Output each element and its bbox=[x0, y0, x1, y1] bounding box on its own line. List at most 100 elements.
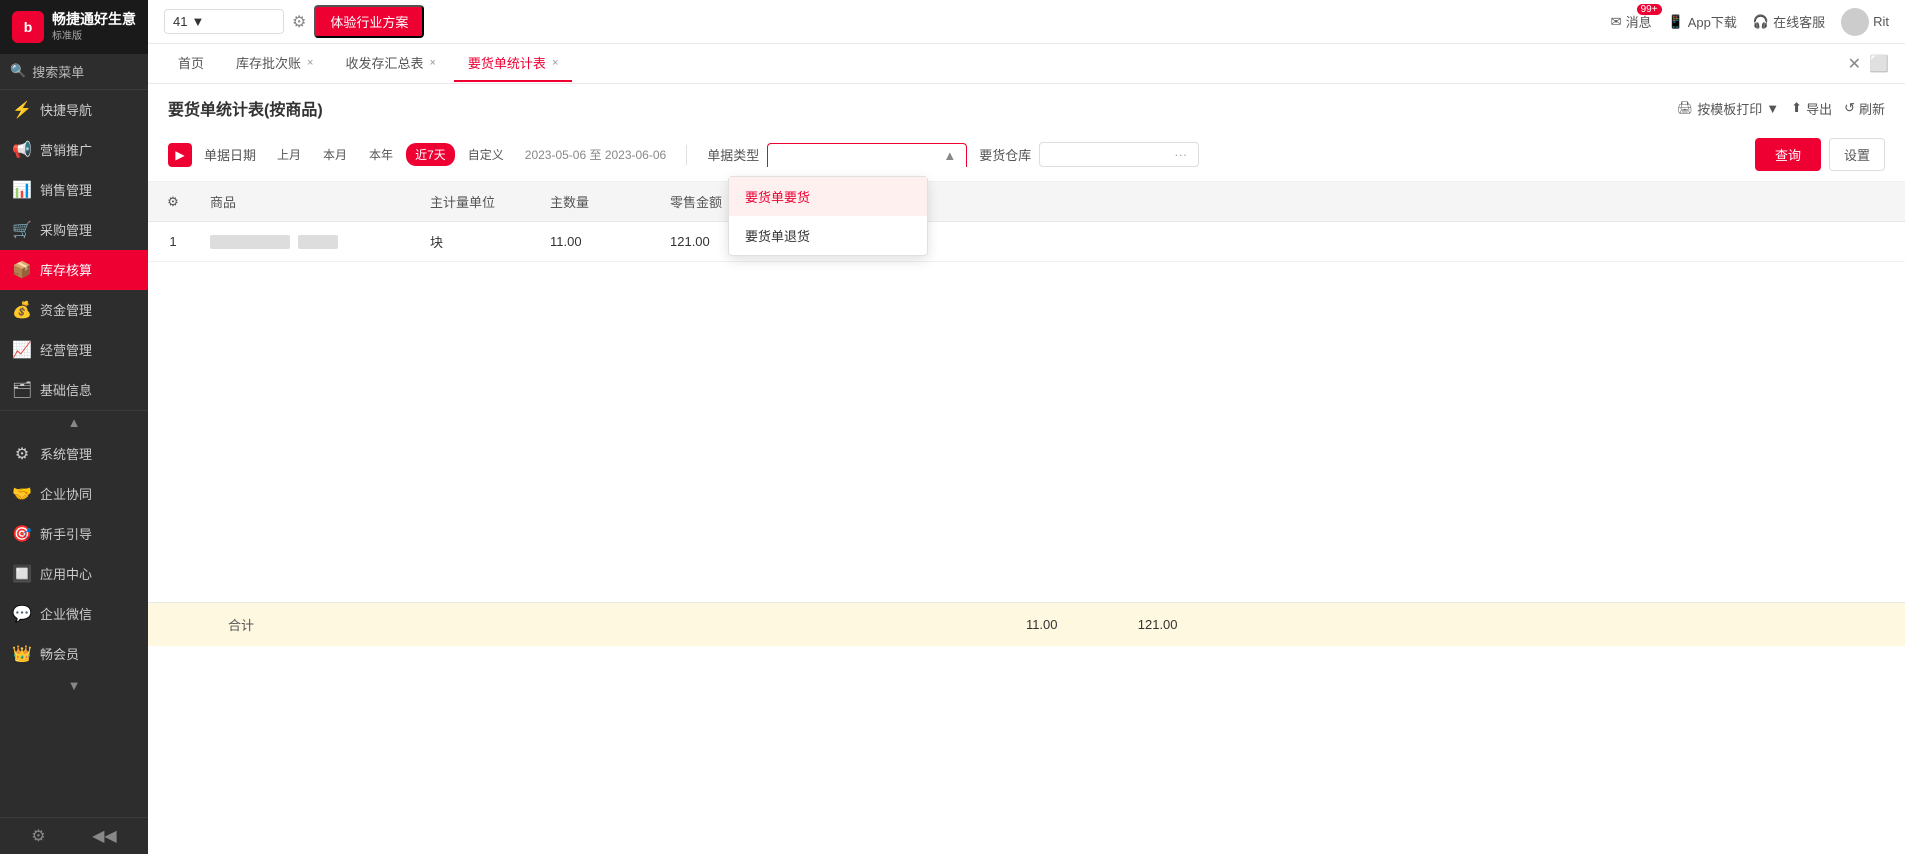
expand-tab-btn[interactable]: ⬜ bbox=[1869, 54, 1889, 74]
cell-no: 1 bbox=[148, 222, 198, 262]
sidebar-nav: ⚡ 快捷导航 📢 营销推广 📊 销售管理 🛒 采购管理 📦 库存核算 💰 资金管… bbox=[0, 90, 148, 817]
member-icon: 👑 bbox=[12, 644, 32, 664]
sidebar-collapse-btn[interactable]: ◀◀ bbox=[92, 826, 117, 846]
doc-type-filter-group: 单据类型 ▲ bbox=[707, 143, 967, 167]
sidebar-item-operation[interactable]: 📈 经营管理 bbox=[0, 330, 148, 370]
sidebar-item-guide[interactable]: 🎯 新手引导 bbox=[0, 514, 148, 554]
doc-type-select[interactable]: ▲ bbox=[767, 143, 967, 167]
sidebar-item-quick-nav[interactable]: ⚡ 快捷导航 bbox=[0, 90, 148, 130]
main-table: ⚙ 商品 主计量单位 主数量 零售金额 1 bbox=[148, 182, 1905, 262]
store-selector[interactable]: 41 ▼ bbox=[164, 9, 284, 34]
search-menu[interactable]: 🔍 搜索菜单 bbox=[0, 54, 148, 90]
sidebar-item-wechat[interactable]: 💬 企业微信 bbox=[0, 594, 148, 634]
sidebar-item-marketing[interactable]: 📢 营销推广 bbox=[0, 130, 148, 170]
tab-close-requisition-stats[interactable]: × bbox=[552, 57, 558, 69]
date-buttons: 上月 本月 本年 近7天 自定义 bbox=[268, 142, 513, 167]
sidebar-item-base-info[interactable]: 🗂 基础信息 bbox=[0, 370, 148, 410]
col-extra bbox=[778, 182, 1905, 222]
query-button[interactable]: 查询 bbox=[1755, 138, 1821, 171]
date-filter-label: 单据日期 bbox=[204, 145, 256, 164]
col-settings[interactable]: ⚙ bbox=[148, 182, 198, 222]
sidebar-item-inventory[interactable]: 📦 库存核算 bbox=[0, 250, 148, 290]
app-center-icon: 🔲 bbox=[12, 564, 32, 584]
dropdown-item-requisition-order[interactable]: 要货单要货 bbox=[729, 177, 927, 216]
topbar-right: ✉ 消息 99+ 📱 App下载 🎧 在线客服 Rit bbox=[1611, 8, 1889, 36]
filter-separator bbox=[686, 145, 687, 165]
tab-batch-stock[interactable]: 库存批次账 × bbox=[222, 45, 327, 82]
page-title: 要货单统计表(按商品) bbox=[168, 96, 323, 120]
tab-requisition-stats[interactable]: 要货单统计表 × bbox=[454, 45, 572, 82]
sidebar-item-finance[interactable]: 💰 资金管理 bbox=[0, 290, 148, 330]
base-info-icon: 🗂 bbox=[12, 380, 32, 400]
sidebar-logo: b 畅捷通好生意 标准版 bbox=[0, 0, 148, 54]
date-btn-last-month[interactable]: 上月 bbox=[268, 142, 310, 167]
date-btn-custom[interactable]: 自定义 bbox=[459, 142, 513, 167]
sidebar-item-app-center[interactable]: 🔲 应用中心 bbox=[0, 554, 148, 594]
filter-expand-btn[interactable]: ▶ bbox=[168, 143, 192, 167]
setting-button[interactable]: 设置 bbox=[1829, 138, 1885, 171]
table-header: ⚙ 商品 主计量单位 主数量 零售金额 bbox=[148, 182, 1905, 222]
cooperation-icon: 🤝 bbox=[12, 484, 32, 504]
quick-nav-icon: ⚡ bbox=[12, 100, 32, 120]
col-unit: 主计量单位 bbox=[418, 182, 538, 222]
tab-receive-summary[interactable]: 收发存汇总表 × bbox=[331, 45, 449, 82]
sidebar-item-cooperation[interactable]: 🤝 企业协同 bbox=[0, 474, 148, 514]
date-btn-this-month[interactable]: 本月 bbox=[314, 142, 356, 167]
table-footer: 合计 11.00 121.00 bbox=[148, 602, 1905, 646]
print-template-btn[interactable]: 🖨 按模板打印 ▼ bbox=[1677, 99, 1779, 118]
cell-unit: 块 bbox=[418, 222, 538, 262]
print-dropdown-icon: ▼ bbox=[1766, 101, 1779, 116]
tabs-bar-right: ✕ ⬜ bbox=[1848, 54, 1889, 74]
main-area: 41 ▼ ⚙ 体验行业方案 ✉ 消息 99+ 📱 App下载 🎧 在线客服 R bbox=[148, 0, 1905, 854]
col-product: 商品 bbox=[198, 182, 418, 222]
dropdown-item-requisition-return[interactable]: 要货单退货 bbox=[729, 216, 927, 255]
page-actions: 🖨 按模板打印 ▼ ⬆ 导出 ↺ 刷新 bbox=[1677, 99, 1885, 118]
warehouse-select[interactable]: ··· bbox=[1039, 142, 1199, 167]
user-avatar-area[interactable]: Rit bbox=[1841, 8, 1889, 36]
tab-close-receive-summary[interactable]: × bbox=[429, 57, 435, 69]
footer-amount: 121.00 bbox=[1070, 617, 1190, 632]
footer-qty: 11.00 bbox=[950, 617, 1070, 632]
doc-type-dropdown-arrow[interactable]: ▲ bbox=[943, 148, 956, 163]
search-icon: 🔍 bbox=[10, 63, 26, 79]
online-service-btn[interactable]: 🎧 在线客服 bbox=[1753, 12, 1825, 31]
sidebar: b 畅捷通好生意 标准版 🔍 搜索菜单 ⚡ 快捷导航 📢 营销推广 📊 销售管理… bbox=[0, 0, 148, 854]
doc-type-input[interactable] bbox=[778, 148, 939, 163]
store-dropdown-icon: ▼ bbox=[191, 14, 204, 29]
close-all-tabs-btn[interactable]: ✕ bbox=[1848, 54, 1861, 74]
system-icon: ⚙ bbox=[12, 444, 32, 464]
sidebar-bottom: ⚙ ◀◀ bbox=[0, 817, 148, 854]
sidebar-item-member[interactable]: 👑 畅会员 bbox=[0, 634, 148, 674]
topbar-gear-icon[interactable]: ⚙ bbox=[292, 12, 306, 32]
sidebar-settings-btn[interactable]: ⚙ bbox=[31, 826, 45, 846]
cell-qty: 11.00 bbox=[538, 222, 658, 262]
message-icon: ✉ bbox=[1611, 14, 1622, 30]
tab-close-batch-stock[interactable]: × bbox=[307, 57, 313, 69]
sidebar-scroll-up[interactable]: ▲ bbox=[0, 410, 148, 434]
tabs-bar: 首页 库存批次账 × 收发存汇总表 × 要货单统计表 × ✕ ⬜ bbox=[148, 44, 1905, 84]
topbar: 41 ▼ ⚙ 体验行业方案 ✉ 消息 99+ 📱 App下载 🎧 在线客服 R bbox=[148, 0, 1905, 44]
purchase-icon: 🛒 bbox=[12, 220, 32, 240]
warehouse-more-icon[interactable]: ··· bbox=[1174, 147, 1187, 162]
sidebar-item-system[interactable]: ⚙ 系统管理 bbox=[0, 434, 148, 474]
date-btn-this-year[interactable]: 本年 bbox=[360, 142, 402, 167]
warehouse-label: 要货仓库 bbox=[979, 145, 1031, 164]
sidebar-scroll-down[interactable]: ▼ bbox=[0, 674, 148, 697]
promo-button[interactable]: 体验行业方案 bbox=[314, 5, 424, 38]
sidebar-item-sales[interactable]: 📊 销售管理 bbox=[0, 170, 148, 210]
app-logo-text: 畅捷通好生意 标准版 bbox=[52, 10, 136, 44]
app-download-btn[interactable]: 📱 App下载 bbox=[1668, 12, 1737, 31]
doc-type-dropdown: 要货单要货 要货单退货 bbox=[728, 176, 928, 256]
export-btn[interactable]: ⬆ 导出 bbox=[1791, 99, 1832, 118]
warehouse-input[interactable] bbox=[1050, 147, 1170, 162]
filter-right-actions: 查询 设置 bbox=[1755, 138, 1885, 171]
warehouse-filter-group: 要货仓库 ··· bbox=[979, 142, 1199, 167]
sidebar-item-purchase[interactable]: 🛒 采购管理 bbox=[0, 210, 148, 250]
date-btn-last-7days[interactable]: 近7天 bbox=[406, 143, 455, 166]
tab-home[interactable]: 首页 bbox=[164, 45, 218, 82]
messages-btn[interactable]: ✉ 消息 99+ bbox=[1611, 12, 1652, 31]
finance-icon: 💰 bbox=[12, 300, 32, 320]
marketing-icon: 📢 bbox=[12, 140, 32, 160]
refresh-btn[interactable]: ↺ 刷新 bbox=[1844, 99, 1885, 118]
doc-type-label: 单据类型 bbox=[707, 145, 759, 164]
